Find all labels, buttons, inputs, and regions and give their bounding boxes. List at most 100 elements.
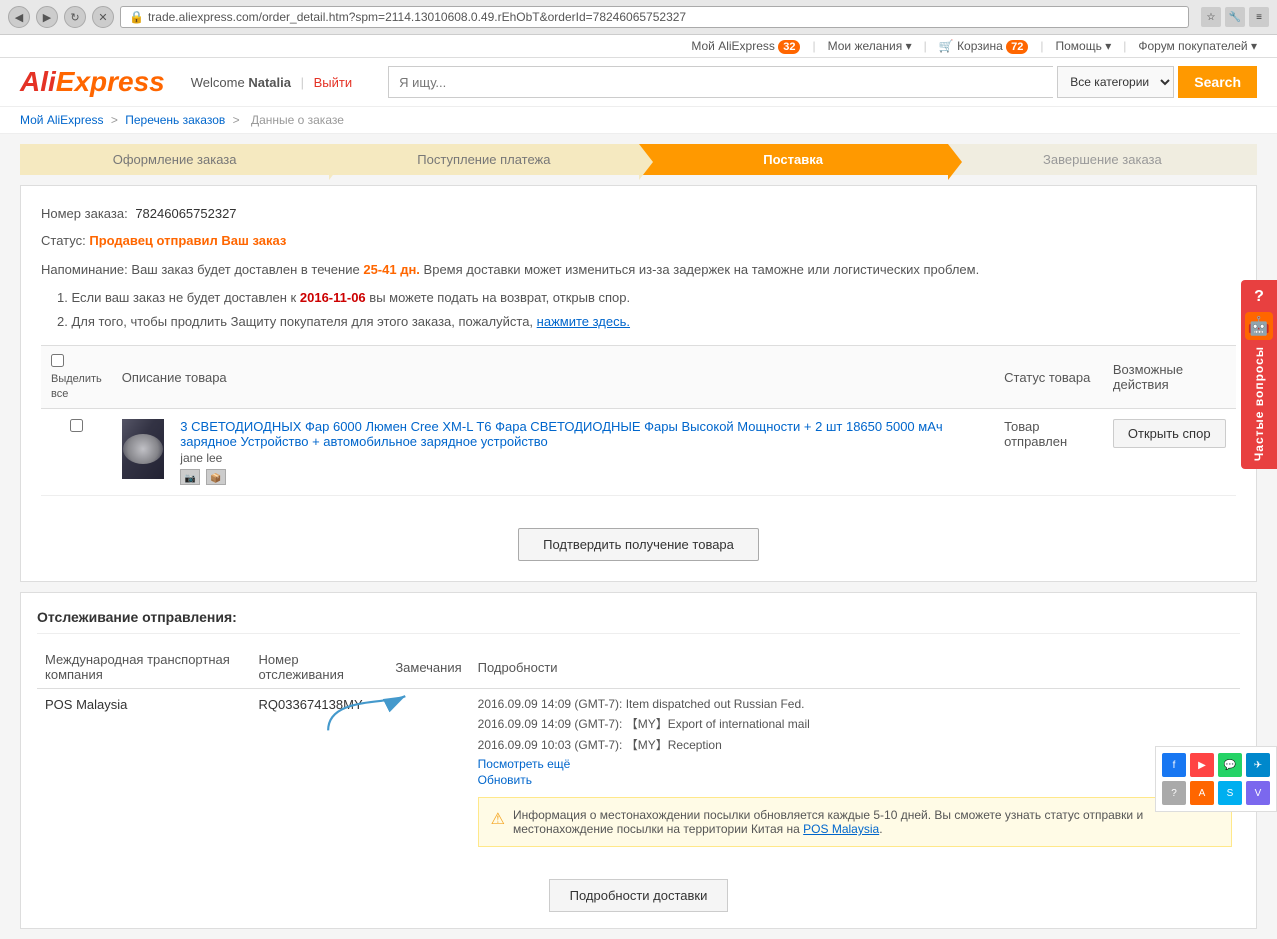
product-status-header: Статус товара: [994, 346, 1103, 409]
product-icon-2: 📦: [206, 469, 226, 485]
address-bar[interactable]: 🔒 trade.aliexpress.com/order_detail.htm?…: [120, 6, 1189, 28]
chevron-down-icon-forum: ▾: [1251, 39, 1257, 53]
browser-icons: ☆ 🔧 ≡: [1201, 7, 1269, 27]
product-info: 3 СВЕТОДИОДНЫХ Фар 6000 Люмен Cree XM-L …: [180, 419, 984, 485]
social-icon-5[interactable]: ?: [1162, 781, 1186, 805]
status-label: Статус:: [41, 233, 86, 248]
row-checkbox[interactable]: [70, 419, 83, 432]
cart-badge: 72: [1006, 40, 1028, 54]
social-icon-4[interactable]: ✈: [1246, 753, 1270, 777]
reminder-rest: Время доставки может измениться из-за за…: [424, 262, 980, 277]
tracking-number-cell: RQ033674138MY: [251, 689, 388, 856]
select-all-header: Выделить все: [41, 346, 112, 409]
product-image: [122, 419, 165, 479]
product-desc-cell: 3 СВЕТОДИОДНЫХ Фар 6000 Люмен Cree XM-L …: [112, 409, 994, 496]
forward-button[interactable]: ▶: [36, 6, 58, 28]
product-icon-1: 📷: [180, 469, 200, 485]
question-mark-icon: ?: [1254, 288, 1264, 306]
social-icon-8[interactable]: V: [1246, 781, 1270, 805]
confirm-section: Подтвердить получение товара: [41, 512, 1236, 561]
top-navigation: Мой AliExpress 32 | Мои желания ▾ | 🛒 Ко…: [0, 35, 1277, 58]
deliver-btn-section: Подробности доставки: [37, 867, 1240, 912]
reminder-days: 25-41 дн.: [363, 262, 420, 277]
breadcrumb-separator2: >: [233, 113, 243, 127]
order-number-label: Номер заказа:: [41, 206, 128, 221]
social-icon-3[interactable]: 💬: [1218, 753, 1242, 777]
see-more-link[interactable]: Посмотреть ещё: [478, 757, 1232, 771]
breadcrumb-link-orders[interactable]: Перечень заказов: [125, 113, 225, 127]
open-dispute-button[interactable]: Открыть спор: [1113, 419, 1226, 448]
social-icon-7[interactable]: S: [1218, 781, 1242, 805]
breadcrumb-link-my-aliexpress[interactable]: Мой AliExpress: [20, 113, 104, 127]
forum-link[interactable]: Форум покупателей ▾: [1138, 39, 1257, 53]
order-progress: Оформление заказа Поступление платежа По…: [20, 144, 1257, 175]
cart-link[interactable]: 🛒 Корзина 72: [939, 39, 1029, 53]
star-icon[interactable]: ☆: [1201, 7, 1221, 27]
tracking-arrow-annotation: [311, 679, 431, 739]
browser-chrome: ◀ ▶ ↻ ✕ 🔒 trade.aliexpress.com/order_det…: [0, 0, 1277, 35]
divider4: |: [1123, 39, 1126, 53]
chat-label: Частые вопросы: [1252, 346, 1266, 461]
order-number-value: 78246065752327: [135, 206, 236, 221]
confirm-receipt-button[interactable]: Подтвердить получение товара: [518, 528, 759, 561]
extend-protection-link[interactable]: нажмите здесь.: [537, 314, 630, 329]
robot-icon: 🤖: [1245, 312, 1273, 340]
info-icon: ⚠: [491, 809, 505, 829]
tracking-title: Отслеживание отправления:: [37, 609, 1240, 634]
possible-actions-cell: Открыть спор: [1103, 409, 1236, 496]
details-cell: 2016.09.09 14:09 (GMT-7): Item dispatche…: [470, 689, 1240, 856]
divider3: |: [1040, 39, 1043, 53]
logout-link[interactable]: Выйти: [314, 75, 353, 90]
reminder-label: Напоминание:: [41, 262, 128, 277]
back-button[interactable]: ◀: [8, 6, 30, 28]
my-aliexpress-badge: 32: [778, 40, 800, 54]
refresh-link[interactable]: Обновить: [478, 773, 1232, 787]
bottom-icons-bar: f ▶ 💬 ✈ ? A S V: [1155, 746, 1277, 812]
product-status-value: Товар отправлен: [1004, 419, 1067, 449]
delivery-details-button[interactable]: Подробности доставки: [549, 879, 729, 912]
reminder-row: Напоминание: Ваш заказ будет доставлен в…: [41, 260, 1236, 280]
search-input[interactable]: [388, 66, 1053, 98]
chevron-down-icon-help: ▾: [1105, 39, 1111, 53]
pos-malaysia-link[interactable]: POS Malaysia: [803, 822, 879, 836]
select-all-checkbox[interactable]: [51, 354, 64, 367]
order-number-row: Номер заказа: 78246065752327: [41, 206, 1236, 221]
menu-icon[interactable]: ≡: [1249, 7, 1269, 27]
progress-step-4: Завершение заказа: [948, 144, 1257, 175]
progress-step-2: Поступление платежа: [329, 144, 638, 175]
tracking-event-1: 2016.09.09 14:09 (GMT-7): Item dispatche…: [478, 697, 1232, 711]
order-table: Выделить все Описание товара Статус това…: [41, 345, 1236, 496]
social-icon-2[interactable]: ▶: [1190, 753, 1214, 777]
refresh-button[interactable]: ↻: [64, 6, 86, 28]
header: AliExpress Welcome Natalia | Выйти Все к…: [0, 58, 1277, 107]
my-aliexpress-link[interactable]: Мой AliExpress 32: [691, 39, 800, 53]
chat-widget[interactable]: ? 🤖 Частые вопросы: [1241, 280, 1277, 469]
tracking-info-box: ⚠ Информация о местонахождении посылки о…: [478, 797, 1232, 847]
search-area: Все категории Search: [388, 66, 1257, 98]
extension-icon[interactable]: 🔧: [1225, 7, 1245, 27]
tracking-row: POS Malaysia RQ033674138MY: [37, 689, 1240, 856]
search-button[interactable]: Search: [1178, 66, 1257, 98]
seller-name: jane lee: [180, 451, 984, 465]
row-checkbox-cell: [41, 409, 112, 496]
username: Natalia: [248, 75, 291, 90]
help-link[interactable]: Помощь ▾: [1056, 39, 1112, 53]
product-name-link[interactable]: 3 СВЕТОДИОДНЫХ Фар 6000 Люмен Cree XM-L …: [180, 419, 942, 449]
social-icon-1[interactable]: f: [1162, 753, 1186, 777]
social-icon-6[interactable]: A: [1190, 781, 1214, 805]
tracking-section: Отслеживание отправления: Международная …: [20, 592, 1257, 929]
wishlist-link[interactable]: Мои желания ▾: [828, 39, 912, 53]
status-value: Продавец отправил Ваш заказ: [89, 233, 286, 248]
order-detail-section: Номер заказа: 78246065752327 Статус: Про…: [20, 185, 1257, 582]
tracking-event-3: 2016.09.09 10:03 (GMT-7): 【MY】Reception: [478, 736, 1232, 753]
close-button[interactable]: ✕: [92, 6, 114, 28]
product-icons: 📷 📦: [180, 469, 984, 485]
category-select[interactable]: Все категории: [1057, 66, 1174, 98]
product-status-cell: Товар отправлен: [994, 409, 1103, 496]
chevron-down-icon: ▾: [906, 39, 912, 53]
breadcrumb-current: Данные о заказе: [251, 113, 344, 127]
col-details: Подробности: [470, 646, 1240, 689]
reminder-text: Ваш заказ будет доставлен в течение: [131, 262, 359, 277]
col-carrier: Международная транспортная компания: [37, 646, 251, 689]
divider1: |: [812, 39, 815, 53]
